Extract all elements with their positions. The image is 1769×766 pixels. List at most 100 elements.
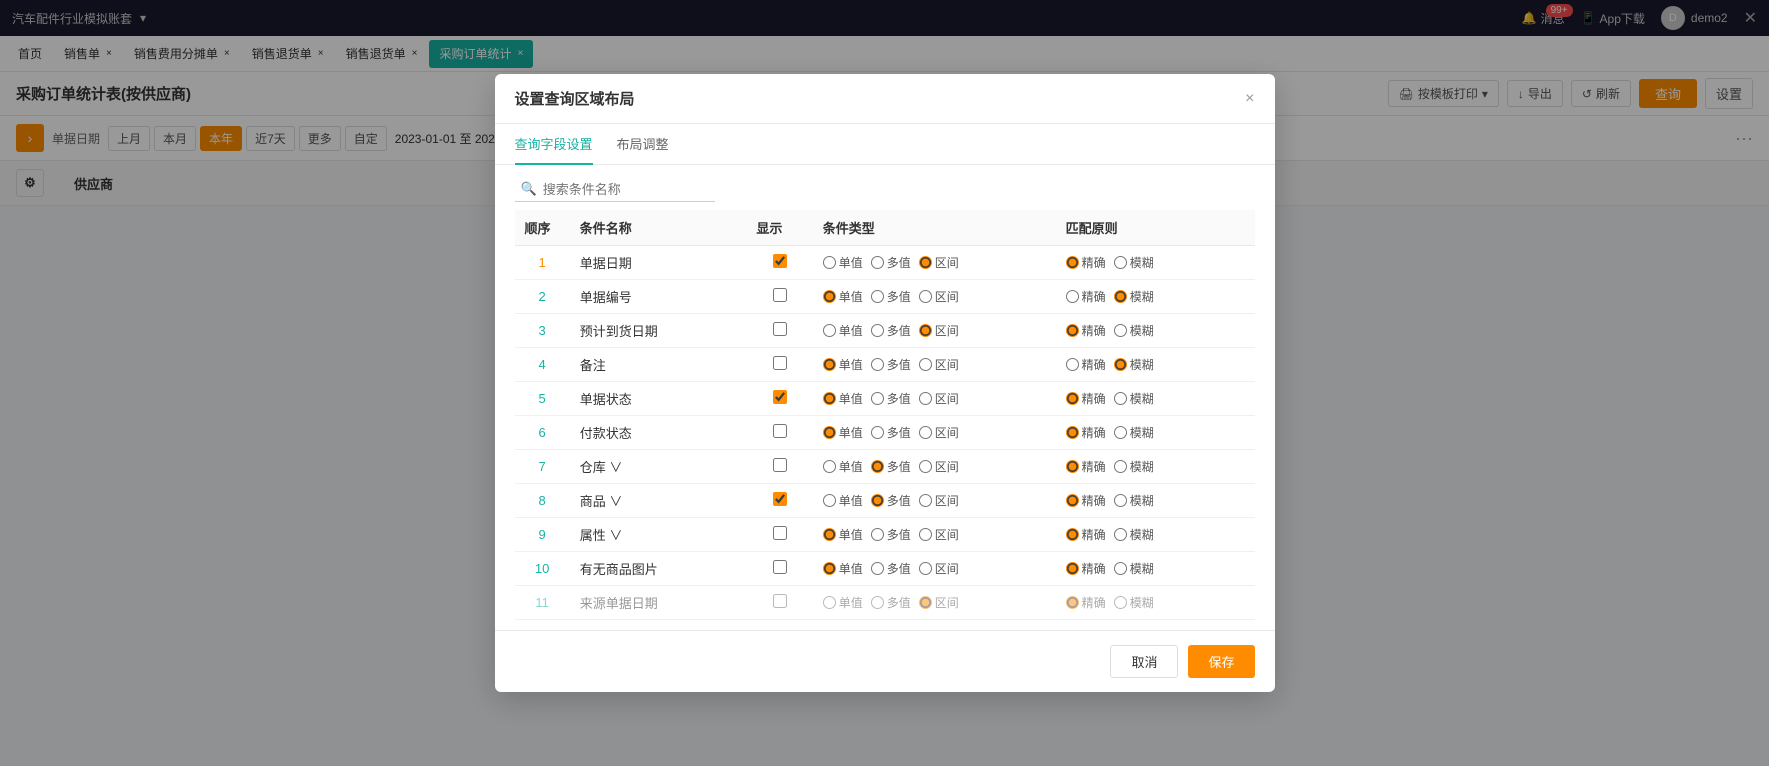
- type-radio[interactable]: [823, 562, 836, 575]
- type-radio[interactable]: [919, 528, 932, 541]
- match-radio[interactable]: [1114, 460, 1127, 473]
- type-radio-option[interactable]: 区间: [919, 458, 959, 475]
- match-radio-option[interactable]: 精确: [1066, 322, 1106, 339]
- type-radio[interactable]: [871, 528, 884, 541]
- match-radio-option[interactable]: 精确: [1066, 390, 1106, 407]
- type-radio-option[interactable]: 区间: [919, 288, 959, 305]
- search-input[interactable]: [543, 182, 703, 197]
- type-radio-option[interactable]: 多值: [871, 288, 911, 305]
- show-checkbox[interactable]: [773, 322, 787, 336]
- type-radio-option[interactable]: 区间: [919, 322, 959, 339]
- type-radio[interactable]: [823, 324, 836, 337]
- type-radio[interactable]: [823, 392, 836, 405]
- type-radio[interactable]: [871, 494, 884, 507]
- modal-close-button[interactable]: ×: [1245, 90, 1254, 108]
- type-radio-option[interactable]: 单值: [823, 458, 863, 475]
- type-radio-option[interactable]: 多值: [871, 390, 911, 407]
- type-radio[interactable]: [919, 494, 932, 507]
- show-checkbox[interactable]: [773, 594, 787, 608]
- match-radio[interactable]: [1066, 324, 1079, 337]
- type-radio[interactable]: [823, 290, 836, 303]
- type-radio-option[interactable]: 多值: [871, 492, 911, 509]
- match-radio[interactable]: [1066, 426, 1079, 439]
- type-radio-option[interactable]: 多值: [871, 254, 911, 271]
- type-radio[interactable]: [919, 358, 932, 371]
- match-radio-option[interactable]: 精确: [1066, 560, 1106, 577]
- type-radio-option[interactable]: 多值: [871, 458, 911, 475]
- type-radio-option[interactable]: 区间: [919, 526, 959, 543]
- type-radio-option[interactable]: 多值: [871, 594, 911, 611]
- type-radio[interactable]: [871, 596, 884, 609]
- type-radio-option[interactable]: 区间: [919, 560, 959, 577]
- show-checkbox[interactable]: [773, 390, 787, 404]
- type-radio-option[interactable]: 区间: [919, 254, 959, 271]
- type-radio[interactable]: [823, 426, 836, 439]
- match-radio[interactable]: [1114, 596, 1127, 609]
- match-radio-option[interactable]: 模糊: [1114, 390, 1154, 407]
- type-radio[interactable]: [823, 256, 836, 269]
- type-radio-option[interactable]: 单值: [823, 390, 863, 407]
- match-radio-option[interactable]: 精确: [1066, 424, 1106, 441]
- match-radio-option[interactable]: 精确: [1066, 526, 1106, 543]
- match-radio[interactable]: [1114, 426, 1127, 439]
- type-radio-option[interactable]: 单值: [823, 356, 863, 373]
- type-radio-option[interactable]: 区间: [919, 424, 959, 441]
- show-checkbox[interactable]: [773, 424, 787, 438]
- match-radio[interactable]: [1114, 256, 1127, 269]
- type-radio[interactable]: [919, 392, 932, 405]
- type-radio[interactable]: [919, 460, 932, 473]
- cancel-button[interactable]: 取消: [1110, 645, 1178, 678]
- match-radio[interactable]: [1114, 290, 1127, 303]
- type-radio[interactable]: [919, 596, 932, 609]
- match-radio-option[interactable]: 模糊: [1114, 458, 1154, 475]
- type-radio-option[interactable]: 区间: [919, 492, 959, 509]
- match-radio-option[interactable]: 精确: [1066, 254, 1106, 271]
- match-radio-option[interactable]: 精确: [1066, 356, 1106, 373]
- match-radio-option[interactable]: 模糊: [1114, 288, 1154, 305]
- type-radio[interactable]: [823, 494, 836, 507]
- type-radio[interactable]: [871, 562, 884, 575]
- match-radio[interactable]: [1066, 562, 1079, 575]
- type-radio[interactable]: [919, 426, 932, 439]
- type-radio[interactable]: [919, 324, 932, 337]
- show-checkbox[interactable]: [773, 560, 787, 574]
- match-radio[interactable]: [1066, 596, 1079, 609]
- modal-tab-query-fields[interactable]: 查询字段设置: [515, 124, 593, 165]
- type-radio[interactable]: [871, 460, 884, 473]
- type-radio[interactable]: [823, 358, 836, 371]
- type-radio-option[interactable]: 单值: [823, 254, 863, 271]
- match-radio[interactable]: [1114, 494, 1127, 507]
- match-radio[interactable]: [1066, 460, 1079, 473]
- match-radio[interactable]: [1114, 562, 1127, 575]
- type-radio[interactable]: [823, 596, 836, 609]
- match-radio-option[interactable]: 模糊: [1114, 254, 1154, 271]
- show-checkbox[interactable]: [773, 458, 787, 472]
- show-checkbox[interactable]: [773, 492, 787, 506]
- type-radio[interactable]: [823, 528, 836, 541]
- match-radio-option[interactable]: 模糊: [1114, 560, 1154, 577]
- type-radio-option[interactable]: 单值: [823, 560, 863, 577]
- type-radio[interactable]: [919, 290, 932, 303]
- show-checkbox[interactable]: [773, 356, 787, 370]
- type-radio-option[interactable]: 区间: [919, 356, 959, 373]
- match-radio-option[interactable]: 精确: [1066, 288, 1106, 305]
- search-input-wrap[interactable]: 🔍: [515, 177, 715, 202]
- type-radio-option[interactable]: 多值: [871, 526, 911, 543]
- type-radio[interactable]: [871, 392, 884, 405]
- match-radio[interactable]: [1114, 358, 1127, 371]
- match-radio-option[interactable]: 模糊: [1114, 424, 1154, 441]
- match-radio-option[interactable]: 精确: [1066, 492, 1106, 509]
- type-radio[interactable]: [871, 358, 884, 371]
- type-radio-option[interactable]: 区间: [919, 594, 959, 611]
- type-radio-option[interactable]: 单值: [823, 594, 863, 611]
- type-radio-option[interactable]: 多值: [871, 356, 911, 373]
- match-radio[interactable]: [1066, 256, 1079, 269]
- match-radio-option[interactable]: 模糊: [1114, 526, 1154, 543]
- type-radio[interactable]: [871, 290, 884, 303]
- type-radio[interactable]: [871, 324, 884, 337]
- match-radio-option[interactable]: 精确: [1066, 458, 1106, 475]
- match-radio-option[interactable]: 模糊: [1114, 356, 1154, 373]
- type-radio-option[interactable]: 单值: [823, 492, 863, 509]
- type-radio-option[interactable]: 多值: [871, 560, 911, 577]
- type-radio-option[interactable]: 单值: [823, 288, 863, 305]
